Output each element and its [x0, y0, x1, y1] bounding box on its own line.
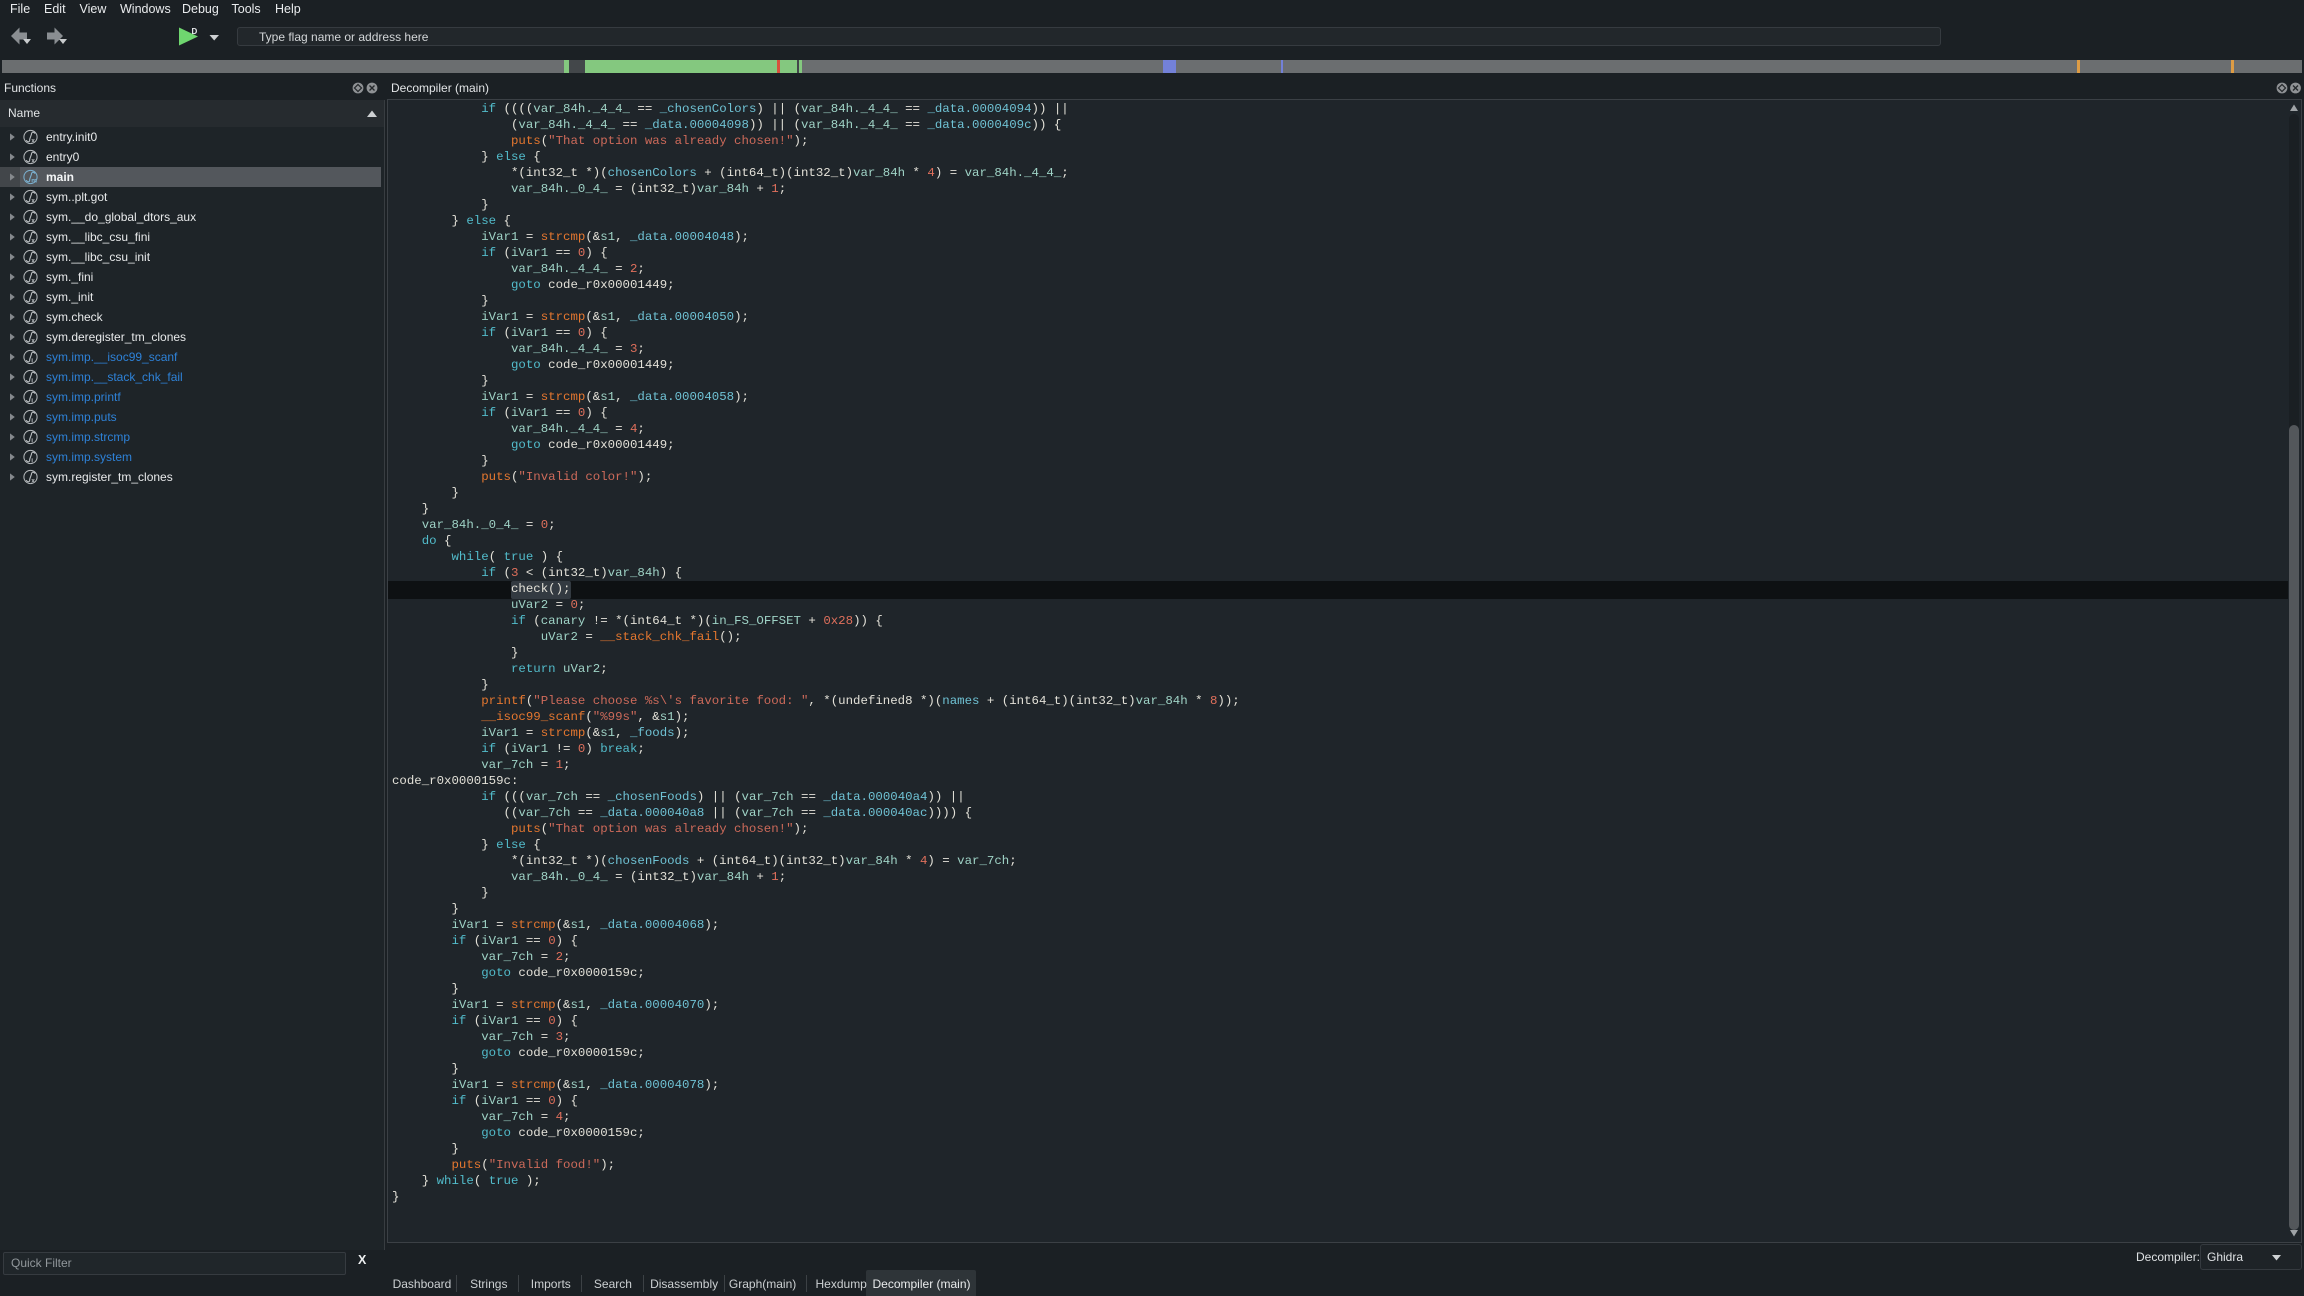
svg-text:x: x — [31, 297, 35, 304]
svg-text:x: x — [31, 337, 35, 344]
svg-text:m: m — [31, 177, 37, 184]
svg-text:i: i — [31, 437, 33, 444]
svg-text:i: i — [31, 417, 33, 424]
svg-text:x: x — [31, 237, 35, 244]
svg-text:x: x — [31, 277, 35, 284]
svg-text:x: x — [31, 257, 35, 264]
svg-text:x: x — [31, 197, 35, 204]
svg-text:x: x — [31, 317, 35, 324]
svg-text:D: D — [192, 27, 198, 36]
svg-text:i: i — [31, 377, 33, 384]
svg-text:x: x — [31, 137, 35, 144]
svg-text:i: i — [31, 457, 33, 464]
svg-text:i: i — [31, 357, 33, 364]
svg-text:i: i — [31, 397, 33, 404]
svg-text:x: x — [31, 157, 35, 164]
svg-text:x: x — [31, 217, 35, 224]
svg-text:x: x — [31, 477, 35, 484]
